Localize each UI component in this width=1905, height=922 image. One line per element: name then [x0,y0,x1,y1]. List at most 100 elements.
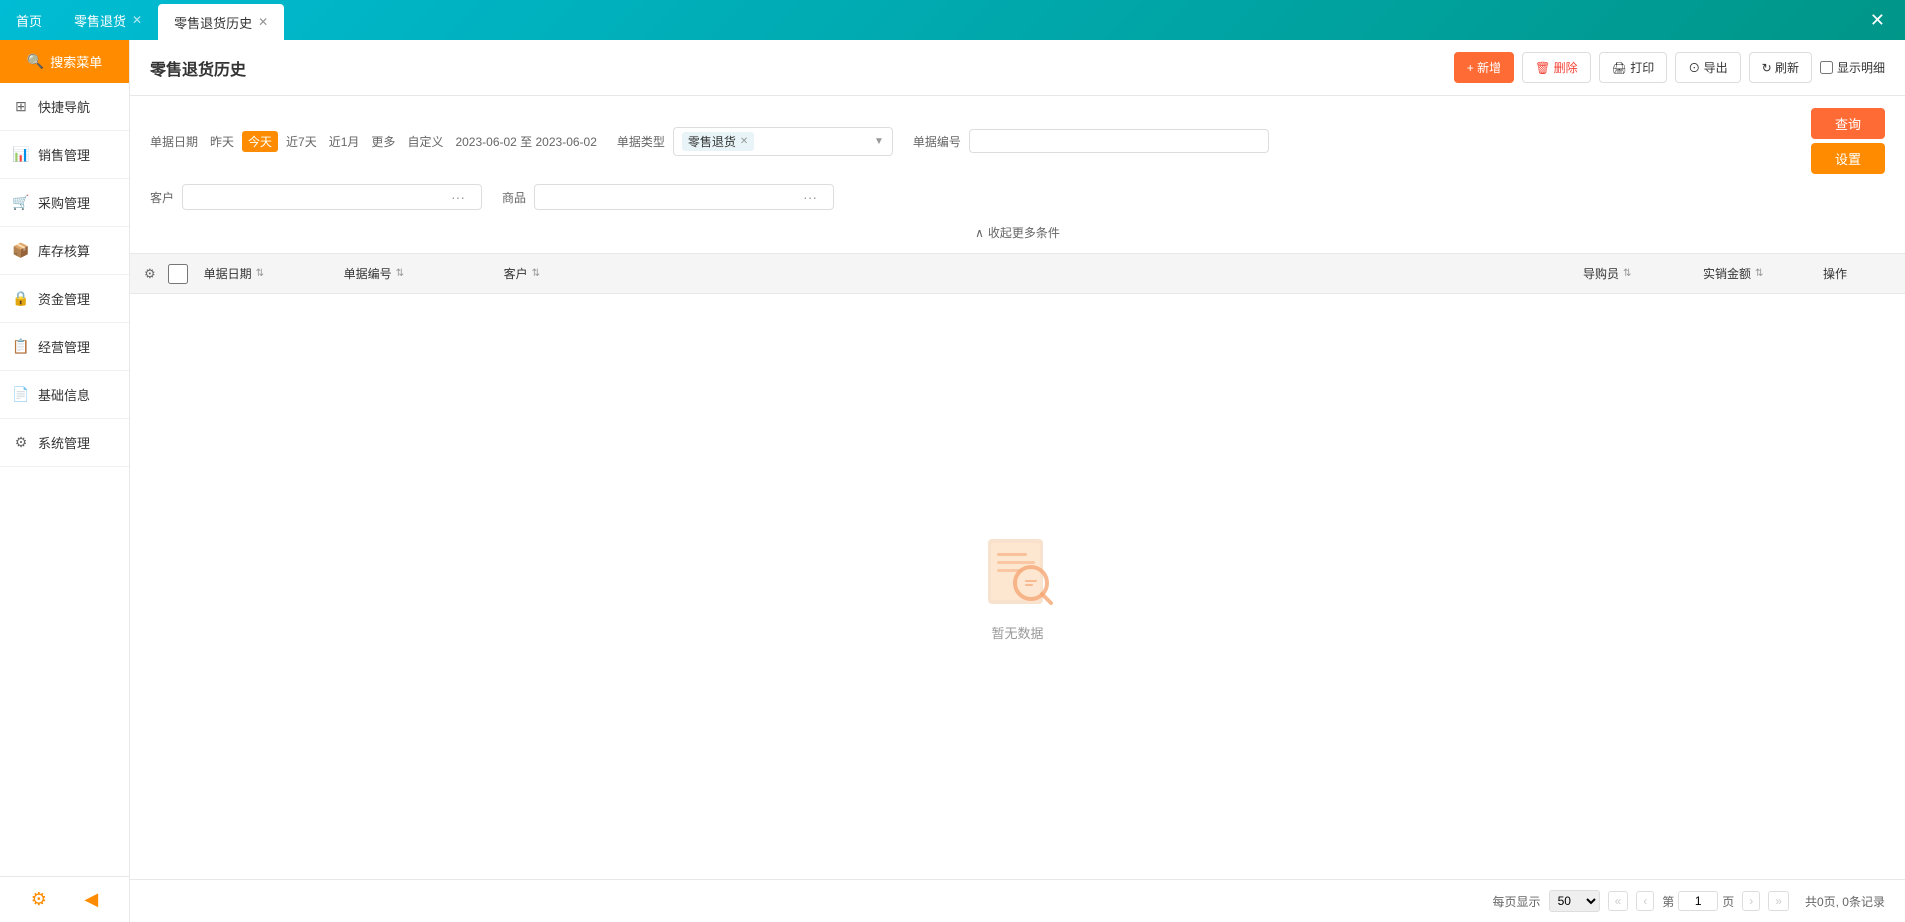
action-buttons: 查询 设置 [1811,108,1885,174]
settings-bottom-icon[interactable]: ⚙ [31,889,47,910]
date-yesterday-btn[interactable]: 昨天 [206,131,238,152]
top-bar-right: ✕ [1866,6,1905,35]
quick-nav-icon: ⊞ [12,98,30,116]
date-1month-btn[interactable]: 近1月 [325,131,364,152]
search-menu-button[interactable]: 🔍 搜索菜单 [0,40,129,83]
window-close-button[interactable]: ✕ [1866,6,1889,35]
table-settings-icon[interactable]: ⚙ [140,262,160,286]
pagination: 每页显示 10 20 50 100 « ‹ 第 页 › » 共0页, 0条记录 [130,879,1905,922]
date-shortcuts: 昨天 今天 近7天 近1月 更多 自定义 [206,131,447,152]
search-menu-label: 搜索菜单 [50,52,102,71]
purchase-mgmt-label: 采购管理 [38,193,90,212]
print-button[interactable]: 🖨 打印 [1599,52,1668,83]
export-button[interactable]: ⊙ 导出 [1675,52,1740,83]
tab-retail-return-history[interactable]: 零售退货历史 ✕ [158,4,284,40]
inventory-label: 库存核算 [38,241,90,260]
sidebar-item-quick-nav[interactable]: ⊞ 快捷导航 [0,83,129,131]
date-custom-btn[interactable]: 自定义 [403,131,447,152]
select-all-checkbox[interactable] [168,264,188,284]
col-date-sort-icon: ⇅ [256,268,264,279]
ops-mgmt-icon: 📋 [12,338,30,356]
ops-mgmt-label: 经营管理 [38,337,90,356]
sidebar-item-inventory[interactable]: 📦 库存核算 [0,227,129,275]
table-header-row: ⚙ 单据日期 ⇅ 单据编号 ⇅ 客户 ⇅ 导购员 ⇅ [130,254,1905,294]
page-info: 第 页 [1662,891,1734,911]
col-header-customer[interactable]: 客户 ⇅ [496,265,1575,282]
tab-retail-return-history-label: 零售退货历史 [174,13,252,32]
sales-mgmt-label: 销售管理 [38,145,90,164]
doc-no-filter: 单据编号 [913,129,1269,153]
show-detail-checkbox[interactable] [1820,61,1833,74]
date-more-btn[interactable]: 更多 [367,131,399,152]
tab-home[interactable]: 首页 [0,0,58,40]
doc-type-tag-close[interactable]: ✕ [740,136,748,147]
col-customer-label: 客户 [504,265,528,282]
page-first-button[interactable]: « [1608,891,1629,911]
col-no-sort-icon: ⇅ [396,268,404,279]
doc-type-select[interactable]: 零售退货 ✕ ▼ [673,127,893,156]
doc-no-input[interactable] [969,129,1269,153]
finance-label: 资金管理 [38,289,90,308]
col-amount-sort-icon: ⇅ [1755,268,1763,279]
date-7days-btn[interactable]: 近7天 [282,131,321,152]
refresh-button[interactable]: ↻ 刷新 [1749,52,1812,83]
col-guide-sort-icon: ⇅ [1623,268,1631,279]
page-go-label: 第 [1662,893,1674,910]
col-amount-label: 实销金额 [1703,265,1751,282]
page-prev-button[interactable]: ‹ [1636,891,1654,911]
sidebar-item-finance[interactable]: 🔒 资金管理 [0,275,129,323]
setting-button[interactable]: 设置 [1811,143,1885,174]
date-filter: 单据日期 昨天 今天 近7天 近1月 更多 自定义 2023-06-02 至 2… [150,131,597,152]
sidebar-item-purchase-mgmt[interactable]: 🛒 采购管理 [0,179,129,227]
customer-input[interactable] [191,190,451,204]
customer-label: 客户 [150,189,174,206]
doc-no-label: 单据编号 [913,133,961,150]
page-number-input[interactable] [1678,891,1718,911]
sidebar-item-sys-mgmt[interactable]: ⚙ 系统管理 [0,419,129,467]
doc-type-select-arrow: ▼ [874,136,884,147]
col-header-amount[interactable]: 实销金额 ⇅ [1695,265,1815,282]
customer-ellipsis-button[interactable]: ··· [451,189,465,205]
sidebar-item-ops-mgmt[interactable]: 📋 经营管理 [0,323,129,371]
per-page-label: 每页显示 [1493,893,1541,910]
col-header-no[interactable]: 单据编号 ⇅ [336,265,496,282]
collapse-btn-label: 收起更多条件 [988,224,1060,241]
col-header-action: 操作 [1815,265,1895,282]
new-button[interactable]: + 新增 [1454,52,1514,83]
collapse-filter-button[interactable]: ∧ 收起更多条件 [975,224,1060,241]
goods-input[interactable] [543,190,803,204]
sales-mgmt-icon: 📊 [12,146,30,164]
col-guide-label: 导购员 [1583,265,1619,282]
sidebar-item-basic-info[interactable]: 📄 基础信息 [0,371,129,419]
page-next-button[interactable]: › [1742,891,1760,911]
basic-info-icon: 📄 [12,386,30,404]
page-last-button[interactable]: » [1768,891,1789,911]
col-no-label: 单据编号 [344,265,392,282]
doc-type-filter: 单据类型 零售退货 ✕ ▼ [617,127,893,156]
customer-filter: 客户 ··· [150,184,482,210]
sidebar-item-sales-mgmt[interactable]: 📊 销售管理 [0,131,129,179]
query-button[interactable]: 查询 [1811,108,1885,139]
per-page-select[interactable]: 10 20 50 100 [1549,890,1600,912]
date-today-btn[interactable]: 今天 [242,131,278,152]
search-icon: 🔍 [27,53,44,70]
show-detail-checkbox-wrapper[interactable]: 显示明细 [1820,59,1885,76]
goods-ellipsis-button[interactable]: ··· [803,189,817,205]
col-header-guide[interactable]: 导购员 ⇅ [1575,265,1695,282]
empty-text: 暂无数据 [991,623,1043,642]
quick-nav-label: 快捷导航 [38,97,90,116]
tab-retail-return[interactable]: 零售退货 ✕ [58,0,158,40]
collapse-row: ∧ 收起更多条件 [150,220,1885,241]
purchase-mgmt-icon: 🛒 [12,194,30,212]
col-customer-sort-icon: ⇅ [532,268,540,279]
tab-retail-return-close[interactable]: ✕ [132,13,142,27]
date-range-display: 2023-06-02 至 2023-06-02 [455,133,596,150]
collapse-sidebar-icon[interactable]: ◀ [84,889,98,910]
page-header: 零售退货历史 + 新增 🗑 删除 🖨 打印 ⊙ 导出 ↻ 刷新 显示明细 [130,40,1905,96]
col-header-date[interactable]: 单据日期 ⇅ [196,265,336,282]
goods-label: 商品 [502,189,526,206]
delete-button[interactable]: 🗑 删除 [1522,52,1591,83]
top-bar: 首页 零售退货 ✕ 零售退货历史 ✕ ✕ [0,0,1905,40]
tab-home-label: 首页 [16,11,42,30]
tab-retail-return-history-close[interactable]: ✕ [258,15,268,29]
